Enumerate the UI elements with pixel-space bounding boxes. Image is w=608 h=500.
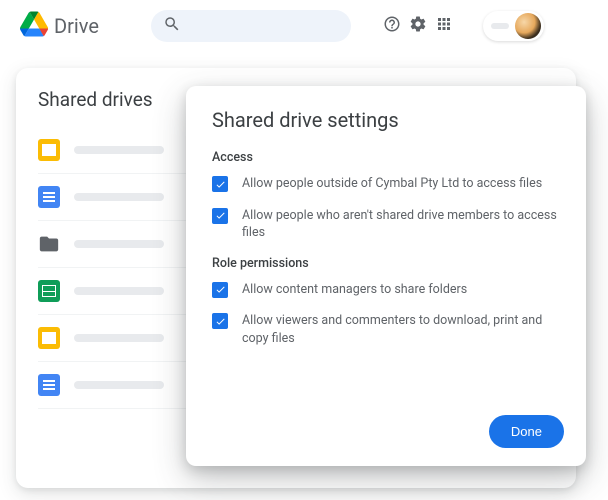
drive-logo-icon (20, 10, 48, 42)
docs-icon (38, 186, 60, 208)
checkbox-viewers-download[interactable] (212, 313, 228, 329)
chip-placeholder (491, 23, 509, 29)
checkbox-access-non-members[interactable] (212, 208, 228, 224)
item-name-placeholder (74, 146, 164, 154)
done-button[interactable]: Done (489, 415, 564, 448)
search-icon (163, 15, 181, 37)
item-name-placeholder (74, 334, 164, 342)
setting-label: Allow people who aren't shared drive mem… (242, 207, 560, 242)
setting-label: Allow viewers and commenters to download… (242, 312, 560, 347)
sheets-icon (38, 280, 60, 302)
search-input[interactable] (151, 10, 351, 42)
help-icon[interactable] (383, 15, 401, 37)
drive-logo[interactable]: Drive (20, 10, 99, 42)
dialog-title: Shared drive settings (212, 108, 560, 132)
slides-icon (38, 327, 60, 349)
item-name-placeholder (74, 240, 164, 248)
docs-icon (38, 374, 60, 396)
gear-icon[interactable] (409, 15, 427, 37)
avatar (515, 13, 541, 39)
checkbox-access-outside-org[interactable] (212, 176, 228, 192)
setting-row: Allow people who aren't shared drive mem… (212, 207, 560, 242)
apps-icon[interactable] (435, 15, 453, 37)
section-access: Access (212, 150, 560, 165)
setting-row: Allow people outside of Cymbal Pty Ltd t… (212, 175, 560, 193)
setting-label: Allow people outside of Cymbal Pty Ltd t… (242, 175, 542, 193)
section-role: Role permissions (212, 256, 560, 271)
setting-label: Allow content managers to share folders (242, 281, 467, 299)
drive-logo-text: Drive (54, 14, 99, 38)
app-header: Drive (0, 0, 608, 52)
item-name-placeholder (74, 193, 164, 201)
item-name-placeholder (74, 381, 164, 389)
header-actions (383, 15, 453, 37)
setting-row: Allow viewers and commenters to download… (212, 312, 560, 347)
shared-drive-settings-dialog: Shared drive settings Access Allow peopl… (186, 86, 586, 466)
item-name-placeholder (74, 287, 164, 295)
checkbox-content-managers-share[interactable] (212, 282, 228, 298)
setting-row: Allow content managers to share folders (212, 281, 560, 299)
folder-icon (38, 233, 60, 255)
account-chip[interactable] (483, 11, 544, 41)
slides-icon (38, 139, 60, 161)
